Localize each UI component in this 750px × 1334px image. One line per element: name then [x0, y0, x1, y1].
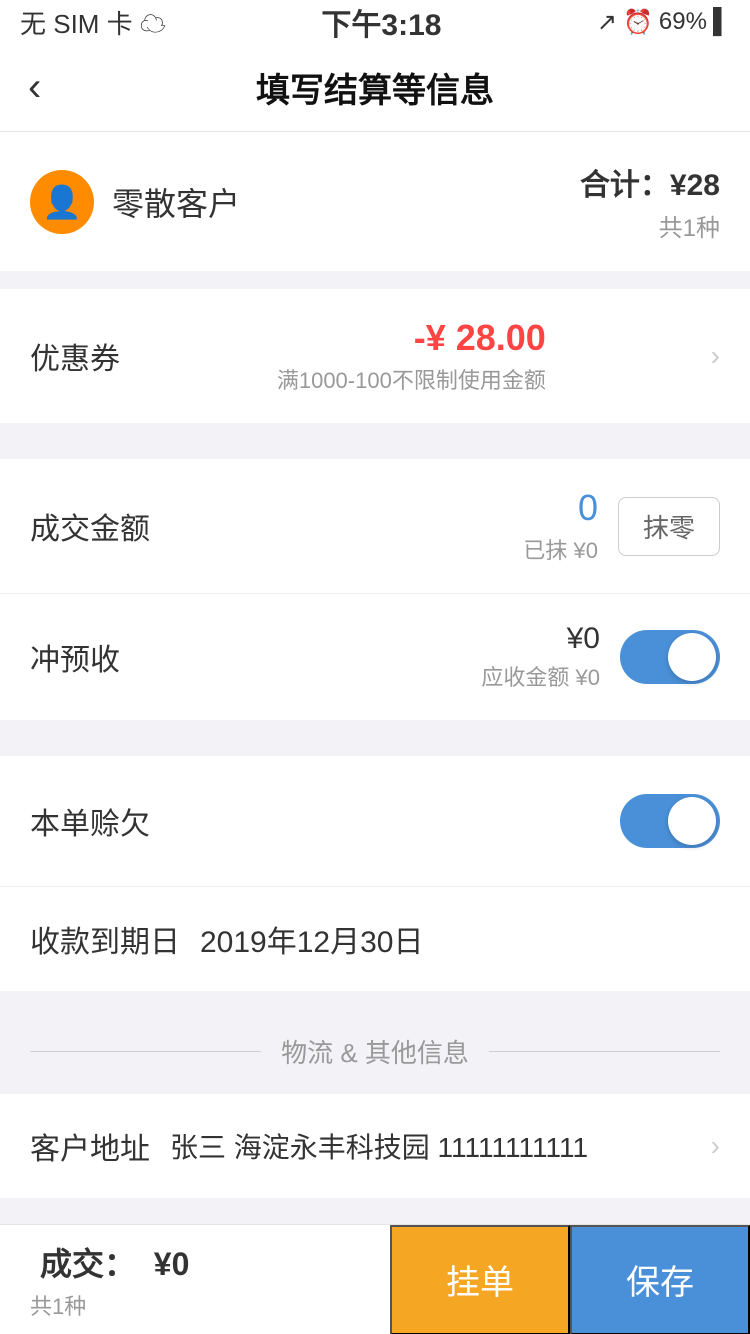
battery-icon: ▌ [713, 8, 730, 36]
status-right: ↗ ⏰ 69% ▌ [597, 8, 730, 37]
logistics-section-header: 物流 & 其他信息 [0, 1009, 750, 1094]
coupon-row[interactable]: 优惠券 -¥ 28.00 满1000-100不限制使用金额 › [0, 289, 750, 423]
duedate-value: 2019年12月30日 [200, 917, 423, 961]
logistics-header-text: 物流 & 其他信息 [281, 1033, 469, 1070]
coupon-desc: 满1000-100不限制使用金额 [277, 363, 546, 395]
amount-right: 0 已抹 ¥0 抹零 [523, 487, 720, 565]
deal-text: 成交： [40, 1246, 136, 1282]
debt-section: 本单赊欠 收款到期日 2019年12月30日 [0, 756, 750, 991]
save-button[interactable]: 保存 [570, 1225, 750, 1334]
total-amount: 合计：¥28 [580, 160, 720, 204]
coupon-value: -¥ 28.00 满1000-100不限制使用金额 [277, 317, 546, 395]
page-title: 填写结算等信息 [256, 63, 494, 112]
amount-sub: 已抹 ¥0 [523, 533, 598, 565]
duedate-label: 收款到期日 [30, 917, 180, 961]
coupon-discount: -¥ 28.00 [277, 317, 546, 359]
address-chevron-icon: › [711, 1130, 720, 1162]
section-divider [0, 441, 750, 459]
bottom-deal-label: 成交： ¥0 [30, 1239, 360, 1285]
location-icon: ↗ [597, 8, 617, 37]
advance-values: ¥0 应收金额 ¥0 [481, 622, 600, 692]
avatar: 👤 [30, 170, 94, 234]
address-section[interactable]: 客户地址 张三 海淀永丰科技园 11111111111 › [0, 1094, 750, 1198]
advance-right: ¥0 应收金额 ¥0 [481, 622, 720, 692]
debt-toggle[interactable] [620, 794, 720, 848]
divider-line-left [30, 1051, 261, 1052]
duedate-row: 收款到期日 2019年12月30日 [0, 886, 750, 991]
customer-name: 零散客户 [112, 179, 240, 225]
nav-bar: ‹ 填写结算等信息 [0, 44, 750, 132]
bottom-info: 成交： ¥0 共1种 [0, 1239, 390, 1321]
amount-value[interactable]: 0 [523, 487, 598, 529]
advance-sub: 应收金额 ¥0 [481, 660, 600, 692]
coupon-label: 优惠券 [30, 334, 120, 378]
advance-label: 冲预收 [30, 635, 120, 679]
amount-label: 成交金额 [30, 504, 150, 548]
section-divider-2 [0, 738, 750, 756]
pending-button[interactable]: 挂单 [390, 1225, 570, 1334]
debt-label: 本单赊欠 [30, 799, 150, 843]
bottom-bar: 成交： ¥0 共1种 挂单 保存 [0, 1224, 750, 1334]
amount-wrapper: 0 已抹 ¥0 [523, 487, 598, 565]
advance-row: 冲预收 ¥0 应收金额 ¥0 [0, 593, 750, 720]
deal-amount: ¥0 [154, 1246, 190, 1282]
debt-row: 本单赊欠 [0, 756, 750, 886]
transaction-section: 成交金额 0 已抹 ¥0 抹零 冲预收 ¥0 应收金额 ¥0 [0, 459, 750, 720]
back-button[interactable]: ‹ [28, 65, 41, 110]
coupon-section[interactable]: 优惠券 -¥ 28.00 满1000-100不限制使用金额 › [0, 289, 750, 423]
alarm-icon: ⏰ [623, 8, 653, 37]
address-row[interactable]: 客户地址 张三 海淀永丰科技园 11111111111 › [0, 1094, 750, 1198]
avatar-icon: 👤 [42, 183, 82, 221]
status-bar: 无 SIM 卡 ☁ 下午3:18 ↗ ⏰ 69% ▌ [0, 0, 750, 44]
amount-row: 成交金额 0 已抹 ¥0 抹零 [0, 459, 750, 593]
status-left: 无 SIM 卡 ☁ [20, 4, 166, 41]
battery-level: 69% [659, 8, 707, 36]
sim-status: 无 SIM 卡 ☁ [20, 4, 166, 41]
items-count: 共1种 [580, 208, 720, 243]
chevron-right-icon: › [711, 340, 720, 372]
advance-toggle[interactable] [620, 630, 720, 684]
advance-amount: ¥0 [481, 622, 600, 656]
customer-total: 合计：¥28 共1种 [580, 160, 720, 243]
customer-info: 👤 零散客户 [30, 170, 240, 234]
address-label: 客户地址 [30, 1124, 150, 1168]
round-off-button[interactable]: 抹零 [618, 497, 720, 556]
address-value: 张三 海淀永丰科技园 11111111111 [170, 1126, 711, 1166]
bottom-items-count: 共1种 [30, 1289, 360, 1321]
customer-row: 👤 零散客户 合计：¥28 共1种 [0, 132, 750, 271]
customer-section: 👤 零散客户 合计：¥28 共1种 [0, 132, 750, 271]
back-icon: ‹ [28, 65, 41, 109]
status-time: 下午3:18 [321, 0, 441, 44]
divider-line-right [489, 1051, 720, 1052]
